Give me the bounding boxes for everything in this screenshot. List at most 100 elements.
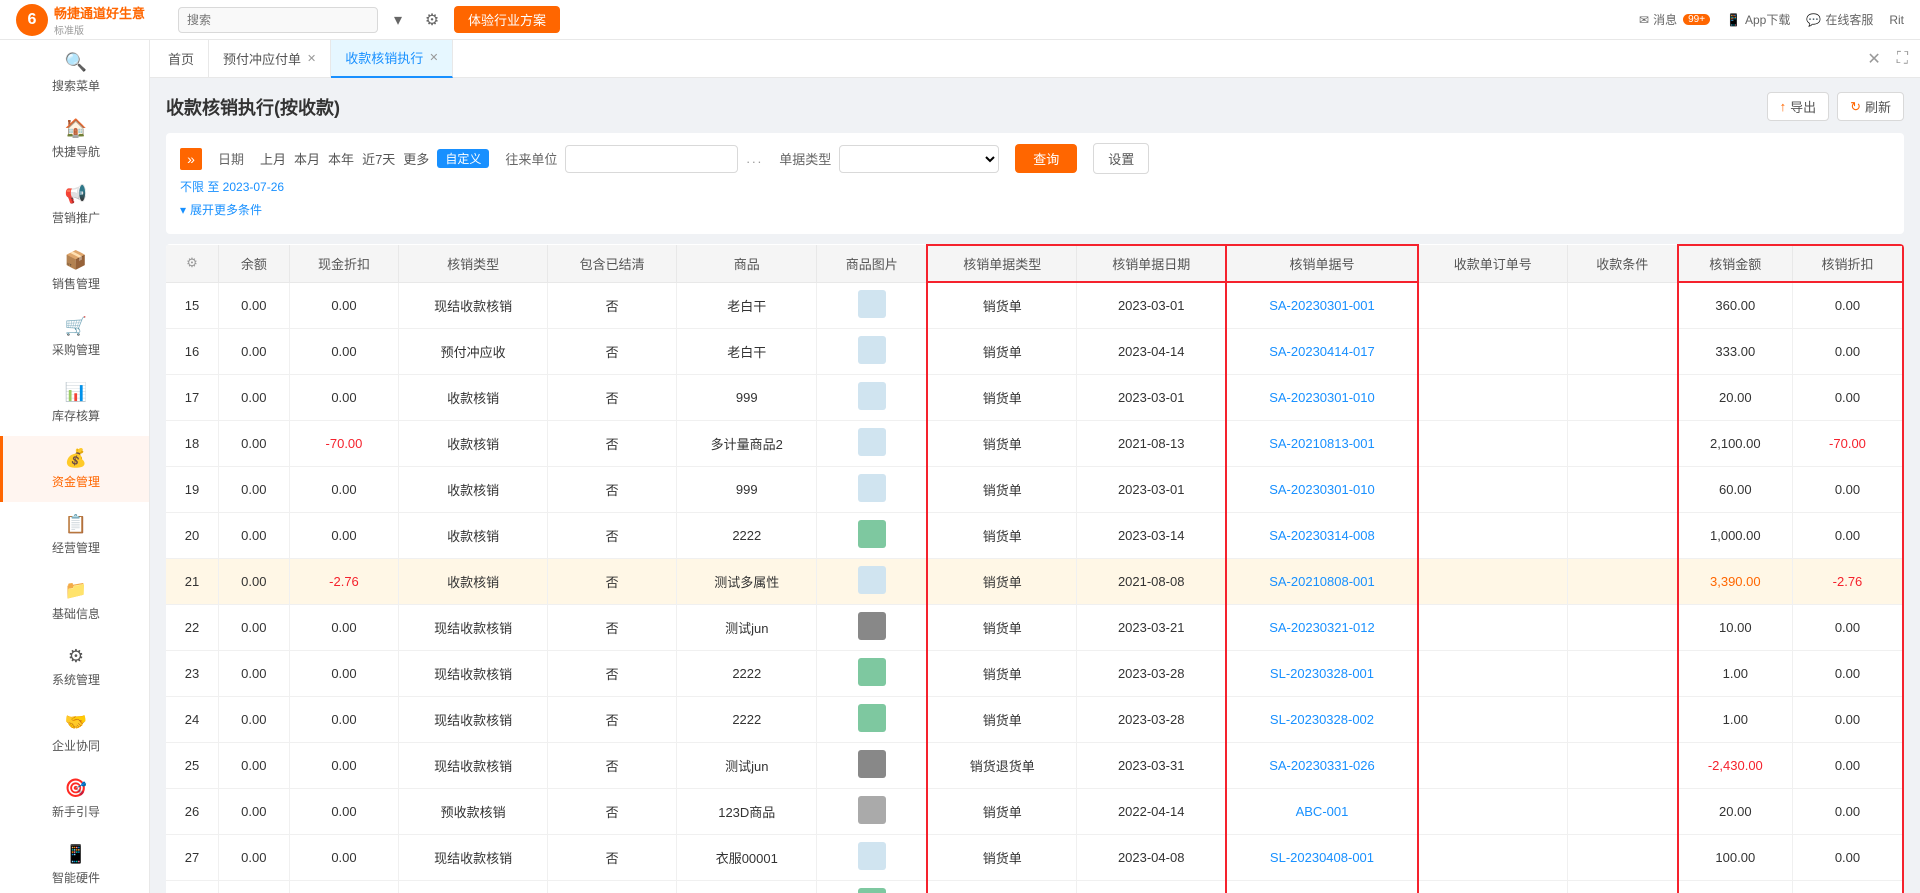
app-download-btn[interactable]: 📱 App下载 [1726, 11, 1790, 28]
sidebar-item-quicknav[interactable]: 🏠快捷导航 [0, 106, 149, 172]
cell-receipt-condition [1567, 696, 1677, 742]
query-btn[interactable]: 查询 [1015, 144, 1077, 173]
cell-receipt-order-no [1418, 788, 1567, 834]
sidebar-item-purchase[interactable]: 🛒采购管理 [0, 304, 149, 370]
cell-wo-amount: 60.00 [1678, 466, 1793, 512]
tab-collection[interactable]: 收款核销执行 ✕ [331, 40, 453, 78]
message-btn[interactable]: ✉ 消息 99+ [1639, 11, 1710, 28]
filter-more[interactable]: 更多 [403, 149, 429, 168]
logo-icon: 6 [16, 4, 48, 36]
cell-goods-img [817, 880, 927, 893]
cell-receipt-condition [1567, 834, 1677, 880]
th-settings[interactable]: ⚙ [166, 245, 219, 282]
trial-btn[interactable]: 体验行业方案 [454, 6, 560, 33]
cell-wo-discount: 0.00 [1792, 880, 1903, 893]
sidebar-item-finance[interactable]: 💰资金管理 [0, 436, 149, 502]
sidebar-item-search[interactable]: 🔍搜索菜单 [0, 40, 149, 106]
cell-wo-discount: 0.00 [1792, 512, 1903, 558]
th-goods-img: 商品图片 [817, 245, 927, 282]
cell-receipt-order-no [1418, 604, 1567, 650]
app-subtitle: 标准版 [54, 22, 145, 37]
date-hint-text: 不限 至 2023-07-26 [180, 180, 284, 194]
cell-receipt-order-no [1418, 420, 1567, 466]
th-wo-doc-type: 核销单据类型 [927, 245, 1076, 282]
cell-rownum: 19 [166, 466, 219, 512]
filter-last7[interactable]: 近7天 [362, 149, 395, 168]
sidebar-label-sales: 销售管理 [52, 275, 100, 292]
cell-wo-doc-type: 销货单 [927, 604, 1076, 650]
cell-wo-doc-date: 2021-08-08 [1077, 558, 1226, 604]
filter-custom[interactable]: 自定义 [437, 149, 489, 168]
prepay-tab-close[interactable]: ✕ [307, 52, 316, 65]
cell-goods: 多计量商品2 [677, 420, 817, 466]
search-input[interactable] [178, 7, 378, 33]
sidebar-item-newguide[interactable]: 🎯新手引导 [0, 766, 149, 832]
sidebar-item-marketing[interactable]: 📢营销推广 [0, 172, 149, 238]
cell-wo-doc-no[interactable]: SL-20230418-001 [1226, 880, 1418, 893]
sidebar-icon-newguide: 🎯 [65, 778, 87, 799]
cell-wo-doc-no[interactable]: SA-20230301-001 [1226, 282, 1418, 328]
doc-type-select[interactable] [839, 145, 999, 173]
dropdown-btn[interactable]: ▾ [386, 8, 410, 32]
sidebar-item-sales[interactable]: 📦销售管理 [0, 238, 149, 304]
tab-expand-btn[interactable]: ⛶ [1889, 50, 1916, 68]
filter-setting-btn[interactable]: 设置 [1093, 143, 1149, 174]
export-btn[interactable]: ↑ 导出 [1767, 92, 1830, 121]
filter-date-links: 上月 本月 本年 近7天 更多 自定义 [260, 149, 489, 168]
sidebar-label-management: 经营管理 [52, 539, 100, 556]
sidebar-item-basic[interactable]: 📁基础信息 [0, 568, 149, 634]
collection-tab-close[interactable]: ✕ [429, 51, 438, 64]
cell-wo-amount: 1.00 [1678, 696, 1793, 742]
cell-included-settled: 否 [548, 650, 677, 696]
refresh-btn[interactable]: ↻ 刷新 [1837, 92, 1904, 121]
cell-wo-doc-no[interactable]: SA-20230301-010 [1226, 466, 1418, 512]
cell-wo-doc-no[interactable]: SL-20230328-001 [1226, 650, 1418, 696]
filter-toggle-btn[interactable]: » [180, 148, 202, 170]
cell-cash-discount: 0.00 [289, 282, 399, 328]
tab-home[interactable]: 首页 [154, 40, 209, 78]
cell-wo-doc-no[interactable]: SA-20210813-001 [1226, 420, 1418, 466]
cell-wo-discount: 0.00 [1792, 788, 1903, 834]
table-row: 20 0.00 0.00 收款核销 否 2222 销货单 2023-03-14 … [166, 512, 1903, 558]
filter-last-month[interactable]: 上月 [260, 149, 286, 168]
sidebar-item-inventory[interactable]: 📊库存核算 [0, 370, 149, 436]
th-included-settled: 包含已结清 [548, 245, 677, 282]
cell-included-settled: 否 [548, 374, 677, 420]
cell-writeoff-type: 收款核销 [399, 420, 548, 466]
settings-btn[interactable]: ⚙ [418, 6, 446, 34]
cell-wo-doc-date: 2023-03-28 [1077, 650, 1226, 696]
sidebar-item-hardware[interactable]: 📱智能硬件 [0, 832, 149, 893]
cell-wo-doc-no[interactable]: ABC-001 [1226, 788, 1418, 834]
cell-wo-doc-date: 2023-03-01 [1077, 282, 1226, 328]
sidebar-item-management[interactable]: 📋经营管理 [0, 502, 149, 568]
message-icon: ✉ [1639, 13, 1649, 27]
sidebar-item-system[interactable]: ⚙系统管理 [0, 634, 149, 700]
cell-wo-doc-no[interactable]: SA-20230321-012 [1226, 604, 1418, 650]
table-row: 28 0.00 0.00 现结收款核销 否 2222 销货单 2023-04-1… [166, 880, 1903, 893]
filter-this-month[interactable]: 本月 [294, 149, 320, 168]
cell-wo-doc-no[interactable]: SL-20230408-001 [1226, 834, 1418, 880]
cell-wo-doc-no[interactable]: SA-20230331-026 [1226, 742, 1418, 788]
expand-more-btn[interactable]: ▾ 展开更多条件 [180, 201, 1890, 218]
cell-wo-amount: 333.00 [1678, 328, 1793, 374]
tab-close-btn[interactable]: ✕ [1859, 49, 1888, 69]
online-support-btn[interactable]: 💬 在线客服 [1806, 11, 1873, 28]
filter-this-year[interactable]: 本年 [328, 149, 354, 168]
cell-wo-doc-no[interactable]: SA-20230314-008 [1226, 512, 1418, 558]
counterpart-input[interactable] [565, 145, 738, 173]
cell-wo-doc-no[interactable]: SL-20230328-002 [1226, 696, 1418, 742]
cell-included-settled: 否 [548, 558, 677, 604]
cell-wo-doc-no[interactable]: SA-20230414-017 [1226, 328, 1418, 374]
top-bar-center: ▾ ⚙ 体验行业方案 [178, 6, 1627, 34]
cell-wo-doc-no[interactable]: SA-20230301-010 [1226, 374, 1418, 420]
tab-prepay[interactable]: 预付冲应付单 ✕ [209, 40, 331, 78]
cell-rownum: 27 [166, 834, 219, 880]
cell-wo-doc-no[interactable]: SA-20210808-001 [1226, 558, 1418, 604]
table-row: 23 0.00 0.00 现结收款核销 否 2222 销货单 2023-03-2… [166, 650, 1903, 696]
cell-receipt-order-no [1418, 512, 1567, 558]
sidebar-icon-marketing: 📢 [65, 184, 87, 205]
cell-wo-discount: 0.00 [1792, 374, 1903, 420]
cell-goods-img [817, 696, 927, 742]
cell-wo-doc-date: 2023-03-31 [1077, 742, 1226, 788]
sidebar-item-enterprise[interactable]: 🤝企业协同 [0, 700, 149, 766]
